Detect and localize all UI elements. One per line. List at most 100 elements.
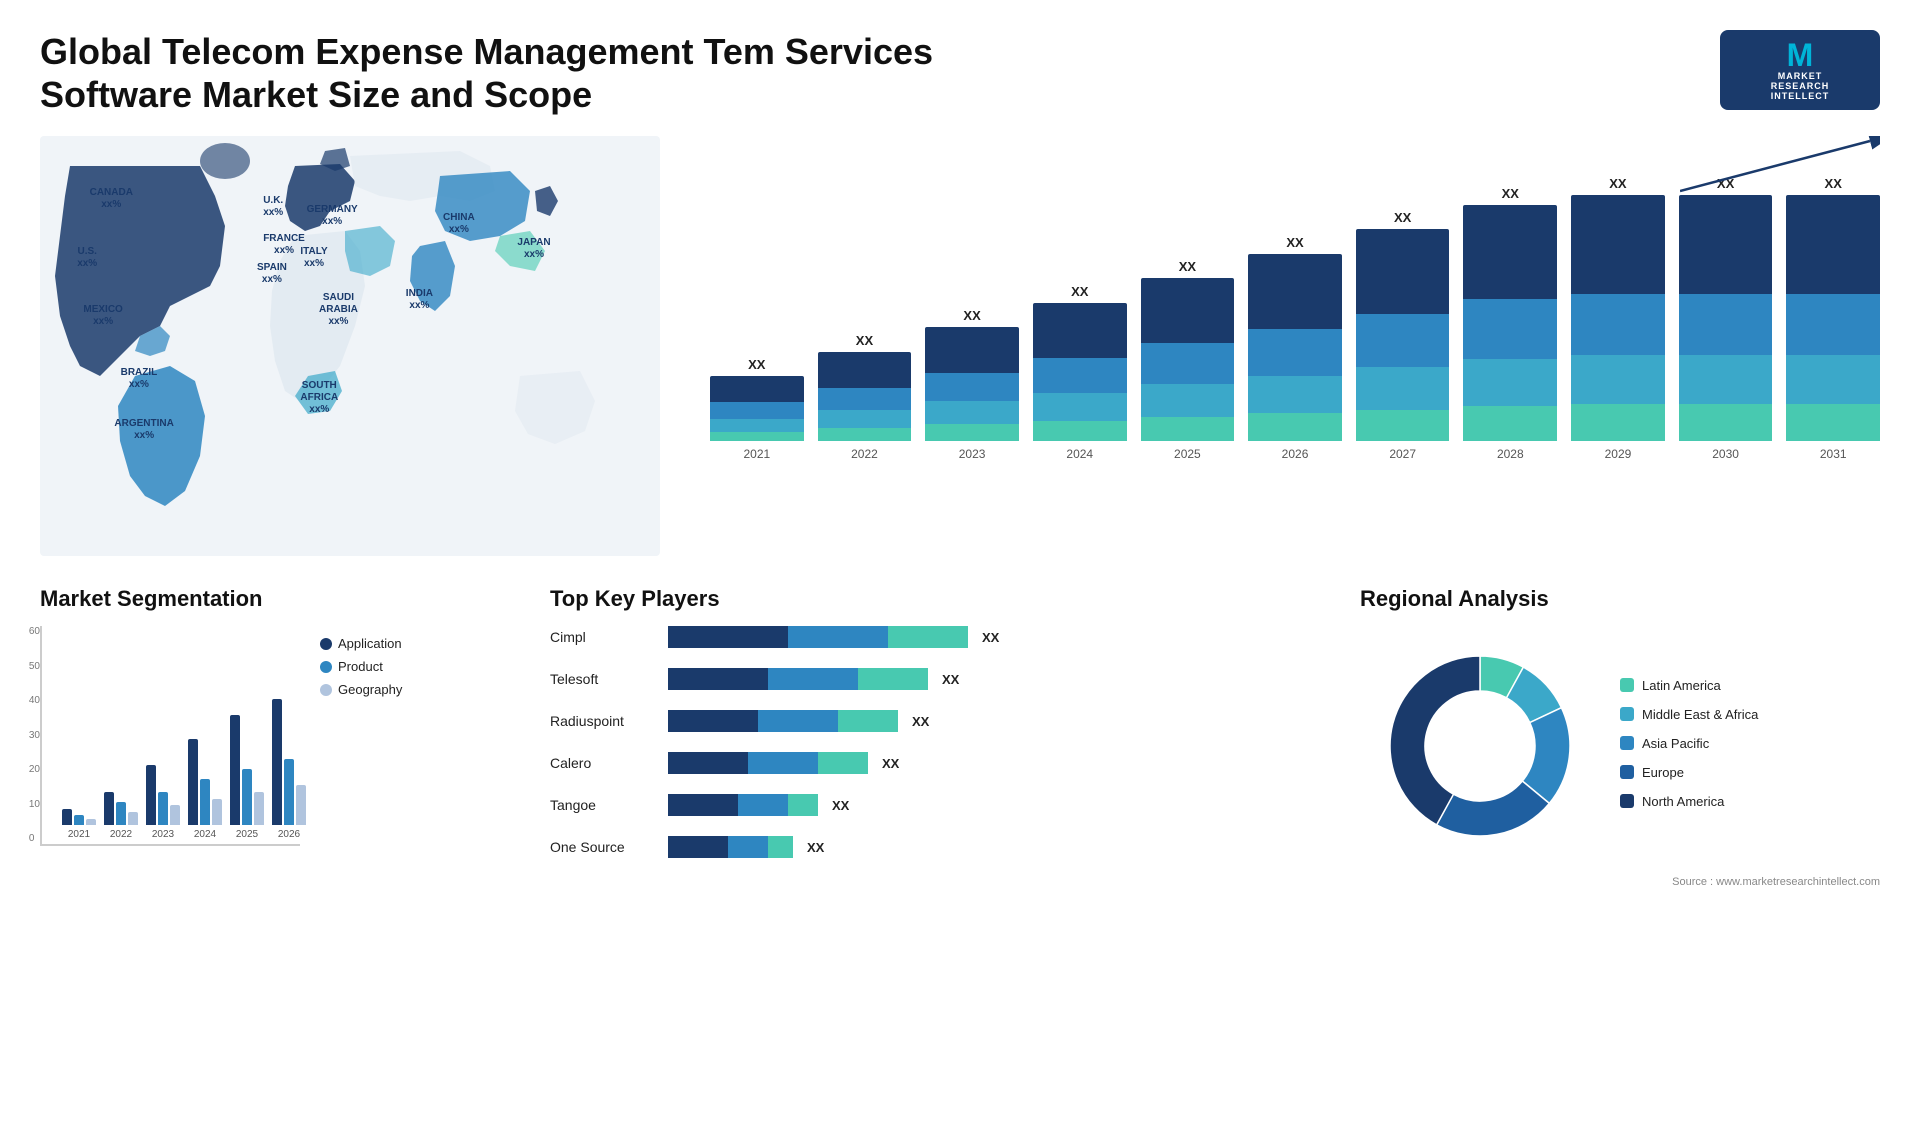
seg-group-2022: 2022 (104, 640, 138, 840)
player-row-cimpl: CimplXX (550, 626, 1330, 648)
bar-group-2027: XX2027 (1356, 176, 1450, 461)
world-map: CANADA xx% U.S. xx% MEXICO xx% BRAZIL xx… (40, 136, 660, 556)
bar-xx-2025: XX (1179, 259, 1196, 274)
regional-legend-item-europe: Europe (1620, 765, 1758, 780)
bar-chart-container: XX2021XX2022XX2023XX2024XX2025XX2026XX20… (700, 146, 1880, 486)
bar-stack-2026 (1248, 254, 1342, 442)
player-name-5: One Source (550, 839, 660, 855)
bar-xx-2024: XX (1071, 284, 1088, 299)
bar-stack-2030 (1679, 195, 1773, 441)
bar-year-2024: 2024 (1066, 447, 1093, 461)
regional-legend-item-middle-east-&-africa: Middle East & Africa (1620, 707, 1758, 722)
player-name-4: Tangoe (550, 797, 660, 813)
application-dot (320, 638, 332, 650)
seg-group-2021: 2021 (62, 640, 96, 840)
seg-group-2026: 2026 (272, 640, 306, 840)
map-section: CANADA xx% U.S. xx% MEXICO xx% BRAZIL xx… (40, 136, 660, 556)
geography-dot (320, 684, 332, 696)
bar-group-2031: XX2031 (1786, 176, 1880, 461)
bar-group-2022: XX 2022 (818, 176, 912, 461)
regional-title: Regional Analysis (1360, 586, 1880, 612)
player-name-3: Calero (550, 755, 660, 771)
player-name-2: Radiuspoint (550, 713, 660, 729)
seg-legend-application: Application (320, 636, 402, 651)
bar-group-2030: XX2030 (1679, 176, 1773, 461)
key-players-title: Top Key Players (550, 586, 1330, 612)
bar-stack-2031 (1786, 195, 1880, 441)
bar-year-2026: 2026 (1282, 447, 1309, 461)
map-svg (40, 136, 660, 556)
bar-xx-2023: XX (963, 308, 980, 323)
logo-line1: MARKET (1778, 71, 1823, 81)
geography-label: Geography (338, 682, 402, 697)
bottom-sections: Market Segmentation 6050403020100 202120… (40, 586, 1880, 888)
seg-group-2025: 2025 (230, 640, 264, 840)
players-list: CimplXX TelesoftXX RadiuspointXX CaleroXX Ta… (550, 626, 1330, 868)
application-label: Application (338, 636, 402, 651)
bar-stack-2027 (1356, 229, 1450, 441)
seg-y-labels: 6050403020100 (27, 626, 40, 844)
product-label: Product (338, 659, 383, 674)
bar-group-2024: XX 2024 (1033, 176, 1127, 461)
bar-group-2028: XX 2028 (1463, 176, 1557, 461)
bar-stack-2022 (818, 352, 912, 442)
bar-stack-2021 (710, 376, 804, 441)
map-label-canada: CANADA xx% (90, 187, 133, 211)
player-row-radiuspoint: RadiuspointXX (550, 710, 1330, 732)
bar-group-2021: XX2021 (710, 176, 804, 461)
bar-group-2026: XX2026 (1248, 176, 1342, 461)
regional-legend: Latin AmericaMiddle East & AfricaAsia Pa… (1620, 678, 1758, 815)
bar-group-2023: XX 2023 (925, 176, 1019, 461)
map-label-spain: SPAIN xx% (257, 262, 287, 286)
bar-year-2022: 2022 (851, 447, 878, 461)
seg-chart-wrap: 6050403020100 202120222023202420252026 A… (40, 626, 520, 846)
seg-legend-product: Product (320, 659, 402, 674)
map-label-us: U.S. xx% (77, 246, 97, 270)
key-players-section: Top Key Players CimplXX TelesoftXX Radiusp… (550, 586, 1330, 888)
map-label-brazil: BRAZIL xx% (121, 367, 158, 391)
bar-xx-2028: XX (1502, 186, 1519, 201)
regional-section: Regional Analysis Latin America Middle Ea… (1360, 586, 1880, 888)
map-label-italy: ITALY xx% (300, 246, 327, 270)
map-label-germany: GERMANY xx% (307, 204, 358, 228)
bar-year-2023: 2023 (959, 447, 986, 461)
map-label-saudi: SAUDI ARABIA xx% (319, 292, 358, 328)
page-header: Global Telecom Expense Management Tem Se… (40, 30, 1880, 116)
map-label-japan: JAPAN xx% (517, 237, 550, 261)
seg-group-2023: 2023 (146, 640, 180, 840)
map-label-mexico: MEXICO xx% (83, 304, 122, 328)
bar-stack-2025 (1141, 278, 1235, 441)
bar-group-2029: XX2029 (1571, 176, 1665, 461)
main-content: CANADA xx% U.S. xx% MEXICO xx% BRAZIL xx… (40, 136, 1880, 888)
logo-letter: M (1787, 39, 1814, 71)
logo-line2: RESEARCH (1771, 81, 1830, 91)
map-label-south-africa: SOUTH AFRICA xx% (300, 380, 338, 416)
seg-legend: Application Product Geography (320, 636, 402, 697)
player-row-calero: CaleroXX (550, 752, 1330, 774)
map-label-argentina: ARGENTINA xx% (114, 418, 173, 442)
seg-legend-geography: Geography (320, 682, 402, 697)
source-text: Source : www.marketresearchintellect.com (1360, 876, 1880, 888)
donut-chart (1360, 626, 1600, 866)
bar-chart-section: XX2021XX2022XX2023XX2024XX2025XX2026XX20… (680, 136, 1880, 556)
product-dot (320, 661, 332, 673)
bar-year-2025: 2025 (1174, 447, 1201, 461)
bar-xx-2021: XX (748, 357, 765, 372)
regional-legend-item-latin-america: Latin America (1620, 678, 1758, 693)
segmentation-section: Market Segmentation 6050403020100 202120… (40, 586, 520, 888)
bar-stack-2029 (1571, 195, 1665, 441)
bar-year-2031: 2031 (1820, 447, 1847, 461)
map-label-china: CHINA xx% (443, 212, 475, 236)
map-label-france: FRANCE xx% (263, 233, 305, 257)
bar-xx-2022: XX (856, 333, 873, 348)
bar-stack-2028 (1463, 205, 1557, 442)
logo-box: M MARKET RESEARCH INTELLECT (1720, 30, 1880, 110)
donut-wrap: Latin AmericaMiddle East & AfricaAsia Pa… (1360, 626, 1880, 866)
player-row-tangoe: TangoeXX (550, 794, 1330, 816)
donut-segment-europe (1437, 781, 1550, 836)
player-row-telesoft: TelesoftXX (550, 668, 1330, 690)
logo-line3: INTELLECT (1771, 91, 1830, 101)
page-title: Global Telecom Expense Management Tem Se… (40, 30, 940, 116)
bar-year-2028: 2028 (1497, 447, 1524, 461)
trend-arrow-svg (1680, 136, 1880, 196)
